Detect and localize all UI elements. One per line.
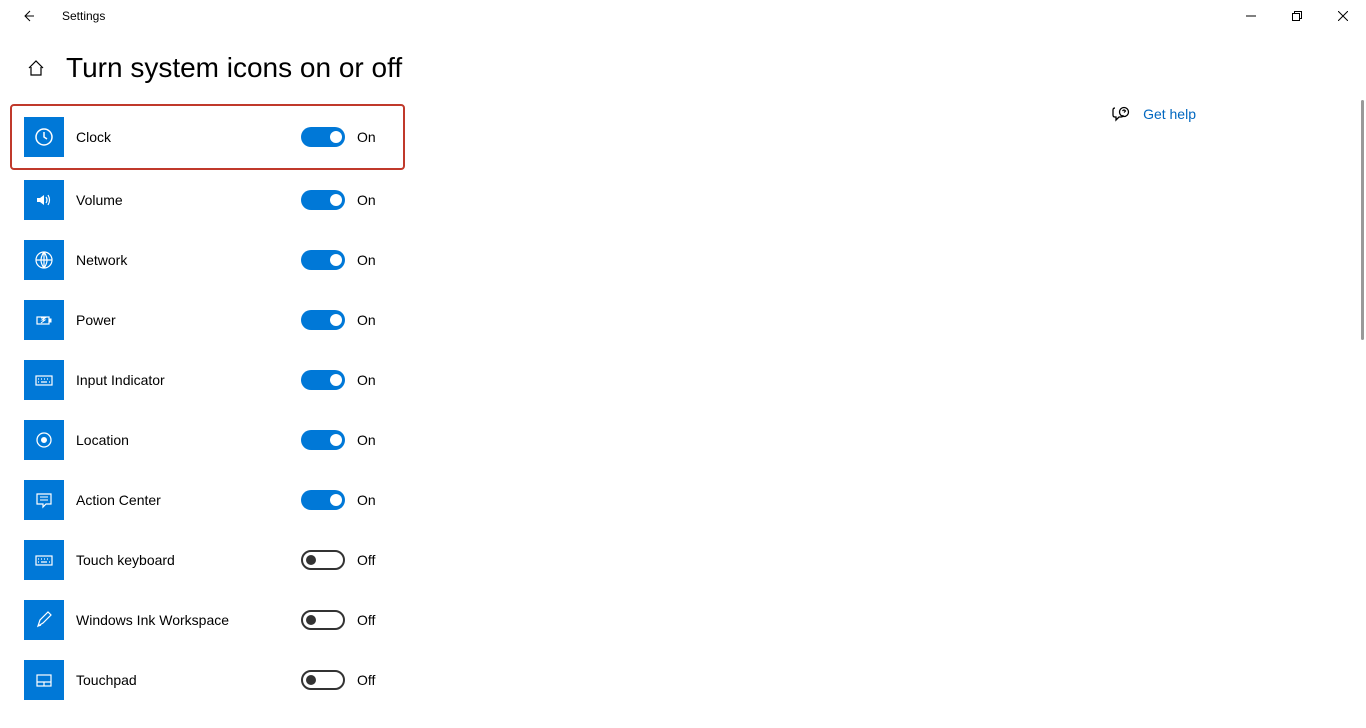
toggle-state: Off <box>357 672 375 688</box>
row-label: Power <box>76 312 301 328</box>
row-label: Network <box>76 252 301 268</box>
clock-icon <box>34 127 54 147</box>
toggle-network[interactable] <box>301 250 345 270</box>
close-icon <box>1338 11 1348 21</box>
back-button[interactable] <box>12 0 44 32</box>
row-label: Volume <box>76 192 301 208</box>
windows-ink-icon-tile <box>24 600 64 640</box>
row-touch-keyboard: Touch keyboard Off <box>24 530 405 590</box>
home-button[interactable] <box>24 56 48 80</box>
keyboard-icon <box>34 550 54 570</box>
row-network: Network On <box>24 230 405 290</box>
toggle-location[interactable] <box>301 430 345 450</box>
row-power: Power On <box>24 290 405 350</box>
toggle-volume[interactable] <box>301 190 345 210</box>
toggle-action-center[interactable] <box>301 490 345 510</box>
battery-icon <box>34 310 54 330</box>
page-title: Turn system icons on or off <box>66 52 402 84</box>
action-center-icon-tile <box>24 480 64 520</box>
keyboard-icon <box>34 370 54 390</box>
row-input-indicator: Input Indicator On <box>24 350 405 410</box>
row-label: Clock <box>76 129 301 145</box>
clock-icon-tile <box>24 117 64 157</box>
toggle-clock[interactable] <box>301 127 345 147</box>
row-touchpad: Touchpad Off <box>24 650 405 710</box>
toggle-state: Off <box>357 612 375 628</box>
toggle-state: On <box>357 492 376 508</box>
row-volume: Volume On <box>24 170 405 230</box>
toggle-state: On <box>357 129 376 145</box>
app-title: Settings <box>62 9 105 23</box>
row-label: Windows Ink Workspace <box>76 612 301 628</box>
volume-icon <box>34 190 54 210</box>
toggle-state: On <box>357 192 376 208</box>
volume-icon-tile <box>24 180 64 220</box>
touchpad-icon-tile <box>24 660 64 700</box>
toggle-touch-keyboard[interactable] <box>301 550 345 570</box>
toggle-state: Off <box>357 552 375 568</box>
row-action-center: Action Center On <box>24 470 405 530</box>
network-icon-tile <box>24 240 64 280</box>
toggle-input-indicator[interactable] <box>301 370 345 390</box>
close-button[interactable] <box>1320 0 1366 32</box>
power-icon-tile <box>24 300 64 340</box>
toggle-state: On <box>357 312 376 328</box>
input-indicator-icon-tile <box>24 360 64 400</box>
touchpad-icon <box>34 670 54 690</box>
help-link-text: Get help <box>1143 106 1196 122</box>
chat-help-icon <box>1112 105 1130 123</box>
location-target-icon <box>34 430 54 450</box>
row-label: Action Center <box>76 492 301 508</box>
side-panel: Get help <box>1111 104 1346 710</box>
toggle-state: On <box>357 432 376 448</box>
maximize-button[interactable] <box>1274 0 1320 32</box>
globe-icon <box>34 250 54 270</box>
scrollbar-thumb[interactable] <box>1361 100 1364 340</box>
toggle-touchpad[interactable] <box>301 670 345 690</box>
help-link[interactable]: Get help <box>1111 104 1196 124</box>
row-label: Touch keyboard <box>76 552 301 568</box>
window-controls <box>1228 0 1366 32</box>
minimize-icon <box>1246 11 1256 21</box>
main-content: Clock On Volume On Network On <box>24 104 405 710</box>
row-label: Location <box>76 432 301 448</box>
row-location: Location On <box>24 410 405 470</box>
toggle-state: On <box>357 252 376 268</box>
notification-icon <box>34 490 54 510</box>
maximize-icon <box>1292 11 1302 21</box>
arrow-left-icon <box>20 8 36 24</box>
pen-icon <box>34 610 54 630</box>
home-icon <box>27 59 45 77</box>
row-label: Touchpad <box>76 672 301 688</box>
row-label: Input Indicator <box>76 372 301 388</box>
location-icon-tile <box>24 420 64 460</box>
toggle-power[interactable] <box>301 310 345 330</box>
toggle-windows-ink[interactable] <box>301 610 345 630</box>
minimize-button[interactable] <box>1228 0 1274 32</box>
page-header: Turn system icons on or off <box>0 32 1366 104</box>
row-windows-ink: Windows Ink Workspace Off <box>24 590 405 650</box>
toggle-state: On <box>357 372 376 388</box>
titlebar: Settings <box>0 0 1366 32</box>
help-icon-wrap <box>1111 104 1131 124</box>
row-clock: Clock On <box>10 104 405 170</box>
touch-keyboard-icon-tile <box>24 540 64 580</box>
